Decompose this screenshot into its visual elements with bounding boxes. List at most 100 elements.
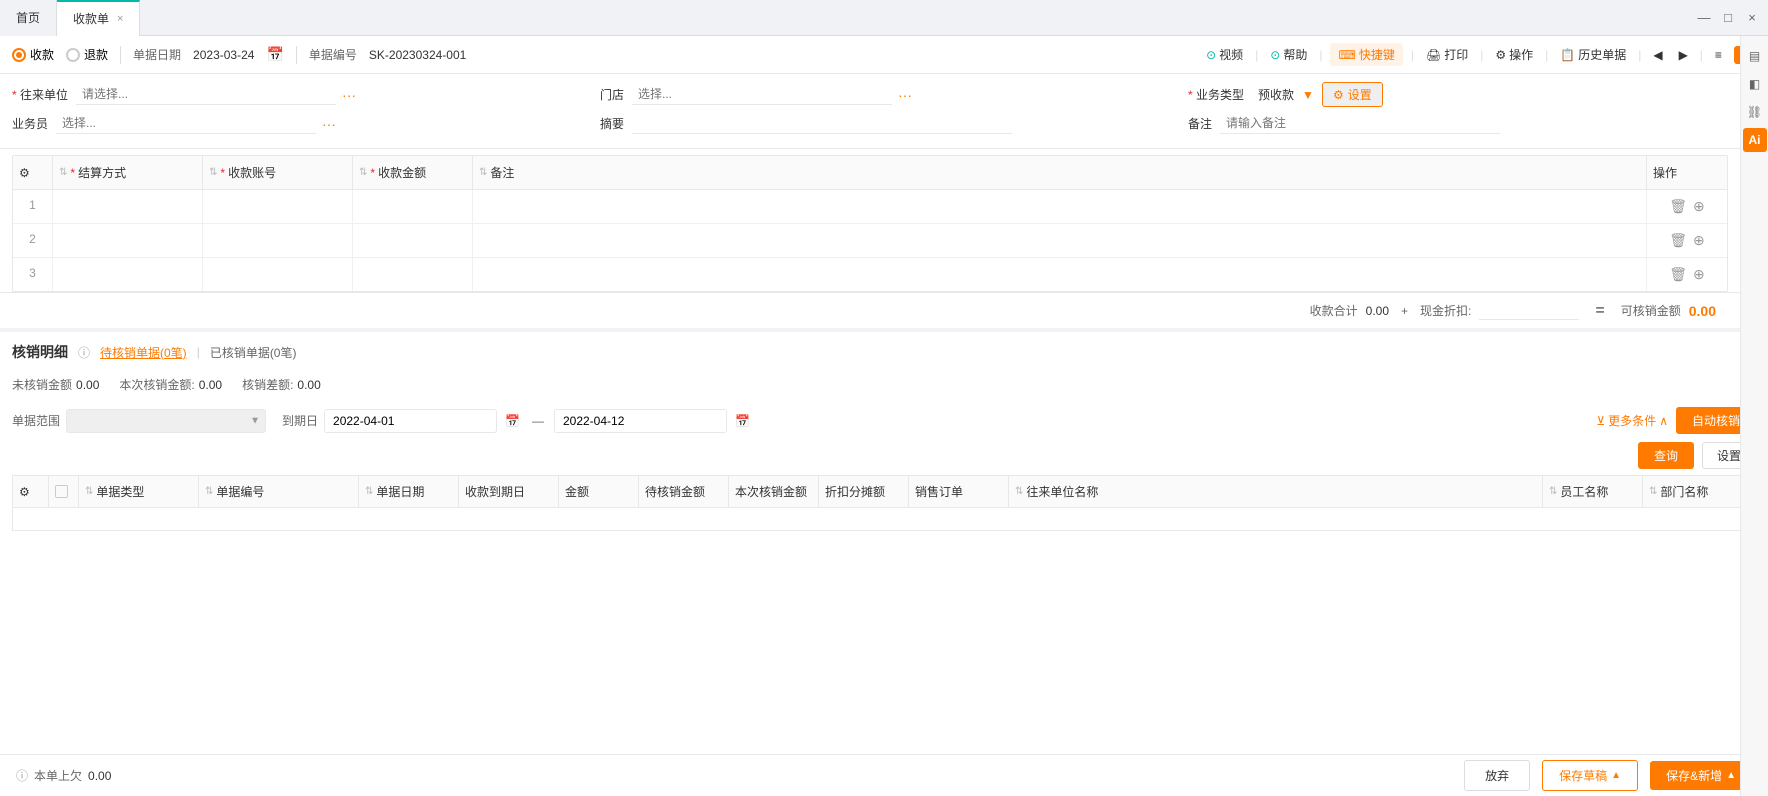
row-delete-2-icon[interactable]: 🗑: [1669, 232, 1687, 249]
due-date-end-input[interactable]: [554, 409, 727, 433]
shortcut-btn[interactable]: ⌨ 快捷键: [1330, 43, 1402, 66]
row-remark-1[interactable]: [473, 190, 1647, 223]
receipt-table: ⚙ ⇅ * 结算方式 ⇅ * 收款账号 ⇅ * 收款金额: [12, 155, 1728, 292]
tab-home[interactable]: 首页: [0, 0, 57, 36]
row-copy-3-icon[interactable]: ⊕: [1693, 266, 1705, 283]
close-button[interactable]: ×: [1744, 10, 1760, 26]
more-conditions-label: 更多条件: [1608, 412, 1656, 429]
vcol-gear[interactable]: ⚙: [13, 476, 49, 507]
col-sort-remark-icon[interactable]: ⇅: [479, 167, 487, 178]
staff-input[interactable]: [56, 113, 316, 134]
row-account-3[interactable]: [203, 258, 353, 291]
col-sort-settlement-icon[interactable]: ⇅: [59, 167, 67, 178]
tab-close-icon[interactable]: ×: [117, 13, 123, 25]
discount-input[interactable]: [1479, 301, 1579, 320]
due-date-start-calendar-icon[interactable]: 📅: [505, 414, 520, 428]
sidebar-table-icon[interactable]: ▤: [1743, 44, 1767, 68]
settings-gear-icon: ⚙: [1333, 88, 1344, 102]
save-draft-button[interactable]: 保存草稿 ▲: [1542, 760, 1638, 791]
vcol-sort-date-icon[interactable]: ⇅: [365, 486, 373, 497]
row-settlement-2[interactable]: [53, 224, 203, 257]
tab-pending-verify[interactable]: 待核销单据(0笔): [100, 344, 187, 361]
tab-separator: |: [197, 345, 200, 359]
verify-info-icon[interactable]: ⓘ: [78, 344, 90, 361]
query-button[interactable]: 查询: [1638, 442, 1694, 469]
discount-label: 现金折扣:: [1420, 302, 1471, 319]
this-verify-value: 0.00: [199, 378, 222, 392]
print-icon: 🖨: [1426, 48, 1441, 62]
col-header-remark: ⇅ 备注: [473, 156, 1647, 189]
col-sort-amount-icon[interactable]: ⇅: [359, 167, 367, 178]
bill-date-calendar-icon[interactable]: 📅: [266, 46, 283, 63]
vcol-sort-staff-icon[interactable]: ⇅: [1549, 486, 1557, 497]
row-remark-3[interactable]: [473, 258, 1647, 291]
radio-receipt-dot: [12, 48, 26, 62]
business-type-arrow-icon[interactable]: ▼: [1302, 88, 1314, 102]
row-amount-1[interactable]: [353, 190, 473, 223]
row-num-3: 3: [13, 258, 53, 291]
due-date-end-calendar-icon[interactable]: 📅: [735, 414, 750, 428]
bottom-info-icon[interactable]: ⓘ: [16, 767, 28, 784]
vcol-sort-billno-icon[interactable]: ⇅: [205, 486, 213, 497]
vcol-billno: ⇅ 单据编号: [199, 476, 359, 507]
sidebar-ai-icon[interactable]: Ai: [1743, 128, 1767, 152]
tab-done-verify[interactable]: 已核销单据(0笔): [210, 344, 297, 361]
minimize-button[interactable]: —: [1696, 10, 1712, 26]
row-account-1[interactable]: [203, 190, 353, 223]
save-draft-label: 保存草稿: [1559, 767, 1607, 784]
bottom-bar: ⓘ 本单上欠 0.00 放弃 保存草稿 ▲ 保存&新增 ▲: [0, 754, 1768, 796]
row-remark-2[interactable]: [473, 224, 1647, 257]
toolbar-row: 收款 退款 单据日期 2023-03-24 📅 单据编号 SK-20230324…: [0, 36, 1768, 74]
this-verify-label: 本次核销金额:: [119, 376, 194, 393]
nav-prev-btn[interactable]: ◀: [1649, 46, 1666, 64]
history-btn[interactable]: 📋 历史单据: [1556, 44, 1630, 65]
sidebar-print-icon[interactable]: ◧: [1743, 72, 1767, 96]
row-settlement-3[interactable]: [53, 258, 203, 291]
row-delete-1-icon[interactable]: 🗑: [1669, 198, 1687, 215]
save-new-button[interactable]: 保存&新增 ▲: [1650, 761, 1752, 790]
radio-refund-label: 退款: [84, 46, 108, 63]
maximize-button[interactable]: □: [1720, 10, 1736, 26]
row-copy-2-icon[interactable]: ⊕: [1693, 232, 1705, 249]
radio-receipt[interactable]: 收款: [12, 46, 54, 63]
print-btn[interactable]: 🖨 打印: [1422, 44, 1472, 65]
col-header-gear[interactable]: ⚙: [13, 156, 53, 189]
col-sort-account-icon[interactable]: ⇅: [209, 167, 217, 178]
bill-range-select[interactable]: [66, 409, 266, 433]
col-header-amount: ⇅ * 收款金额: [353, 156, 473, 189]
due-date-start-input[interactable]: [324, 409, 497, 433]
summary-label: 摘要: [600, 115, 632, 132]
note-input[interactable]: [1220, 113, 1500, 134]
counterpart-more-btn[interactable]: ···: [336, 87, 362, 103]
row-settlement-1[interactable]: [53, 190, 203, 223]
tab-receipt[interactable]: 收款单 ×: [57, 0, 140, 36]
discard-button[interactable]: 放弃: [1464, 760, 1530, 791]
sidebar-attach-icon[interactable]: ⛓: [1743, 100, 1767, 124]
vcol-sort-partner-icon[interactable]: ⇅: [1015, 486, 1023, 497]
nav-next-btn[interactable]: ▶: [1675, 46, 1692, 64]
counterpart-input[interactable]: [76, 84, 336, 105]
this-verify-stat: 本次核销金额: 0.00: [119, 376, 222, 393]
form-settings-button[interactable]: ⚙ 设置: [1322, 82, 1383, 107]
row-account-2[interactable]: [203, 224, 353, 257]
video-btn[interactable]: ⊙ 视频: [1202, 44, 1247, 65]
vcol-sort-type-icon[interactable]: ⇅: [85, 486, 93, 497]
more-conditions-btn[interactable]: ⊻ 更多条件 ∧: [1596, 412, 1668, 429]
vcol-partner: ⇅ 往来单位名称: [1009, 476, 1543, 507]
store-input[interactable]: [632, 84, 892, 105]
vcol-sort-dept-icon[interactable]: ⇅: [1649, 486, 1657, 497]
radio-refund[interactable]: 退款: [66, 46, 108, 63]
row-amount-2[interactable]: [353, 224, 473, 257]
staff-more-btn[interactable]: ···: [316, 116, 342, 132]
store-more-btn[interactable]: ···: [892, 87, 918, 103]
help-btn[interactable]: ⊙ 帮助: [1266, 44, 1311, 65]
unchecked-label: 未核销金额: [12, 376, 72, 393]
summary-input[interactable]: [632, 113, 1012, 134]
row-amount-3[interactable]: [353, 258, 473, 291]
ops-btn[interactable]: ⚙ 操作: [1491, 44, 1537, 65]
verify-table-checkbox-all[interactable]: [55, 485, 68, 498]
tab-home-label: 首页: [16, 9, 40, 26]
layout-list-btn[interactable]: ≡: [1711, 46, 1726, 64]
row-delete-3-icon[interactable]: 🗑: [1669, 266, 1687, 283]
row-copy-1-icon[interactable]: ⊕: [1693, 198, 1705, 215]
